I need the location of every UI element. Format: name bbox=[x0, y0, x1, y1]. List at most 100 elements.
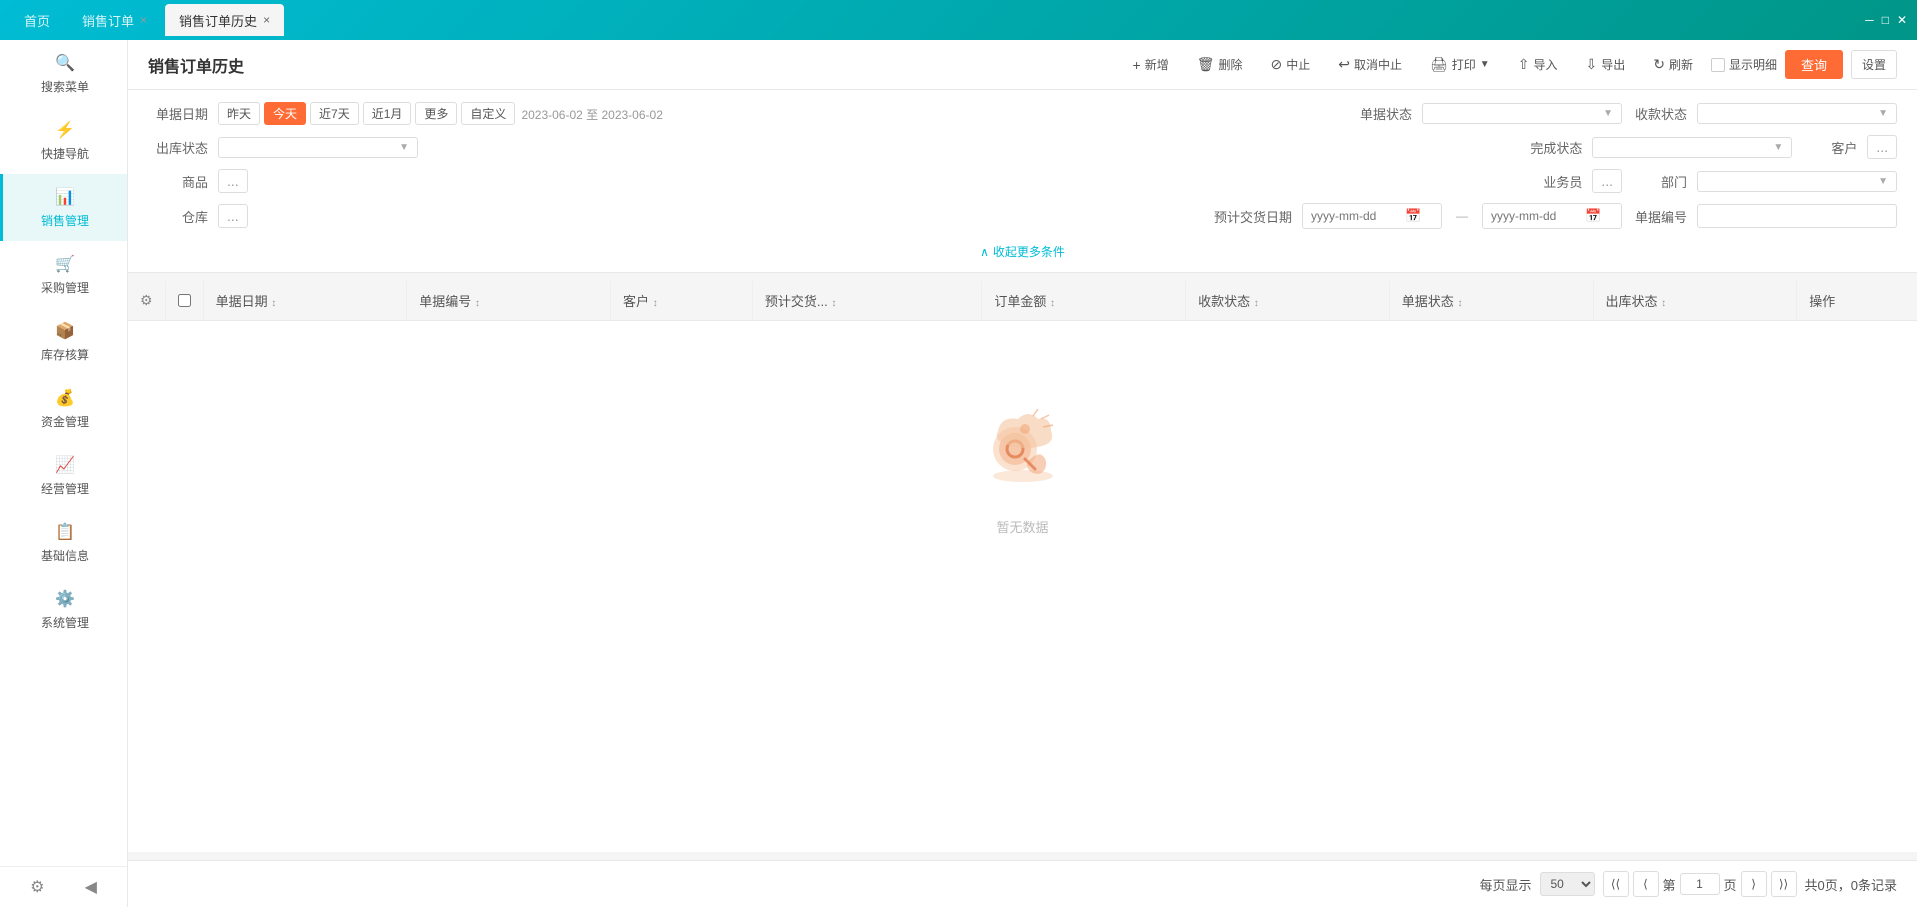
delivery-sort-icon[interactable]: ↕ bbox=[831, 298, 836, 309]
customer-label: 客户 bbox=[1802, 138, 1857, 157]
empty-row: 暂无数据 bbox=[128, 321, 1917, 617]
page-input[interactable] bbox=[1680, 873, 1720, 895]
collapse-text: 收起更多条件 bbox=[993, 243, 1065, 260]
date-btn-7days[interactable]: 近7天 bbox=[310, 102, 359, 125]
tab-sales-order[interactable]: 销售订单 × bbox=[68, 4, 161, 36]
sidebar-item-basic-info-label: 基础信息 bbox=[41, 547, 89, 564]
date-range-text: 2023-06-02 至 2023-06-02 bbox=[521, 106, 662, 123]
display-cols-checkbox-icon bbox=[1711, 58, 1725, 72]
date-btn-custom[interactable]: 自定义 bbox=[461, 102, 515, 125]
date-btn-yesterday[interactable]: 昨天 bbox=[218, 102, 260, 125]
order-no-input[interactable] bbox=[1697, 204, 1897, 228]
sidebar-item-basic-info[interactable]: 📋 基础信息 bbox=[0, 509, 127, 576]
sidebar: 🔍 搜索菜单 ⚡ 快捷导航 📊 销售管理 🛒 采购管理 📦 库存核算 💰 资金管… bbox=[0, 40, 128, 907]
next-page-btn[interactable]: ⟩ bbox=[1741, 871, 1767, 897]
sidebar-collapse-icon[interactable]: ◀ bbox=[85, 877, 97, 897]
window-close[interactable]: ✕ bbox=[1897, 13, 1907, 27]
tab-sales-order-label: 销售订单 bbox=[82, 11, 134, 30]
sidebar-item-quick-nav[interactable]: ⚡ 快捷导航 bbox=[0, 107, 127, 174]
date-sort-icon[interactable]: ↕ bbox=[271, 298, 276, 309]
tab-sales-order-history[interactable]: 销售订单历史 × bbox=[165, 4, 284, 36]
dept-select[interactable]: ▼ bbox=[1697, 171, 1897, 192]
collapse-row[interactable]: ∧ 收起更多条件 bbox=[148, 239, 1897, 260]
query-button[interactable]: 查询 bbox=[1785, 50, 1843, 79]
customer-input[interactable]: ... bbox=[1867, 135, 1897, 159]
export-button[interactable]: ⇩ 导出 bbox=[1575, 51, 1635, 78]
sidebar-settings-icon[interactable]: ⚙ bbox=[30, 877, 44, 897]
sidebar-item-quick-nav-label: 快捷导航 bbox=[41, 145, 89, 162]
sidebar-item-operation[interactable]: 📈 经营管理 bbox=[0, 442, 127, 509]
table-col-delivery-label: 预计交货... bbox=[765, 294, 828, 309]
order-status-select[interactable]: ▼ bbox=[1422, 103, 1622, 124]
date-btn-today[interactable]: 今天 bbox=[264, 102, 306, 125]
receipt-status-sort-icon[interactable]: ↕ bbox=[1254, 298, 1259, 309]
sidebar-item-sys-mgmt[interactable]: ⚙️ 系统管理 bbox=[0, 576, 127, 643]
delivery-date-start-input[interactable] bbox=[1311, 209, 1401, 223]
new-button[interactable]: + 新增 bbox=[1123, 51, 1179, 78]
tab-sales-order-close[interactable]: × bbox=[140, 13, 147, 27]
complete-status-label: 完成状态 bbox=[1527, 138, 1582, 157]
complete-status-select[interactable]: ▼ bbox=[1592, 137, 1792, 158]
amount-sort-icon[interactable]: ↕ bbox=[1050, 298, 1055, 309]
window-minimize[interactable]: ─ bbox=[1865, 13, 1874, 27]
window-maximize[interactable]: □ bbox=[1882, 13, 1889, 27]
tab-sales-order-history-label: 销售订单历史 bbox=[179, 11, 257, 30]
table-col-receipt-status-label: 收款状态 bbox=[1198, 294, 1250, 309]
pagination: 每页显示 10 20 50 100 ⟨⟨ ⟨ 第 页 ⟩ ⟩⟩ 共0页，0条记录 bbox=[128, 860, 1917, 907]
calendar-end-icon: 📅 bbox=[1585, 208, 1601, 224]
settings-button[interactable]: 设置 bbox=[1851, 50, 1897, 79]
collapse-up-icon: ∧ bbox=[980, 245, 989, 259]
inventory-icon: 📦 bbox=[54, 320, 76, 342]
staff-input[interactable]: ... bbox=[1592, 169, 1622, 193]
sidebar-item-purchase-mgmt[interactable]: 🛒 采购管理 bbox=[0, 241, 127, 308]
first-page-btn[interactable]: ⟨⟨ bbox=[1603, 871, 1629, 897]
display-cols-toggle[interactable]: 显示明细 bbox=[1711, 56, 1777, 73]
cancel-stop-button[interactable]: ↩ 取消中止 bbox=[1328, 51, 1412, 78]
print-button[interactable]: 🖨 打印 ▼ bbox=[1420, 51, 1500, 78]
sidebar-item-inventory[interactable]: 📦 库存核算 bbox=[0, 308, 127, 375]
stop-button[interactable]: ⊘ 中止 bbox=[1261, 51, 1321, 78]
per-page-select[interactable]: 10 20 50 100 bbox=[1540, 872, 1595, 896]
delete-button[interactable]: 🗑 删除 bbox=[1187, 51, 1253, 78]
select-all-checkbox[interactable] bbox=[178, 294, 191, 307]
sidebar-item-sales-mgmt[interactable]: 📊 销售管理 bbox=[0, 174, 127, 241]
delivery-date-start-wrap[interactable]: 📅 bbox=[1302, 203, 1442, 229]
table-col-customer-label: 客户 bbox=[623, 294, 649, 309]
order-status-sort-icon[interactable]: ↕ bbox=[1457, 298, 1462, 309]
tab-home[interactable]: 首页 bbox=[10, 4, 64, 36]
product-input[interactable]: ... bbox=[218, 169, 248, 193]
import-label: 导入 bbox=[1533, 56, 1557, 73]
sidebar-item-search-menu[interactable]: 🔍 搜索菜单 bbox=[0, 40, 127, 107]
table-settings-col[interactable]: ⚙ bbox=[128, 281, 165, 321]
table-col-out-status: 出库状态 ↕ bbox=[1593, 281, 1797, 321]
receipt-status-select[interactable]: ▼ bbox=[1697, 103, 1897, 124]
tab-home-label: 首页 bbox=[24, 11, 50, 30]
prev-page-btn[interactable]: ⟨ bbox=[1633, 871, 1659, 897]
cancel-stop-label: 取消中止 bbox=[1354, 56, 1402, 73]
print-icon: 🖨 bbox=[1430, 56, 1448, 73]
table-col-out-status-label: 出库状态 bbox=[1606, 294, 1658, 309]
table-check-col[interactable] bbox=[165, 281, 203, 321]
last-page-btn[interactable]: ⟩⟩ bbox=[1771, 871, 1797, 897]
warehouse-input[interactable]: ... bbox=[218, 204, 248, 228]
table-col-order-status-label: 单据状态 bbox=[1402, 294, 1454, 309]
sidebar-item-finance[interactable]: 💰 资金管理 bbox=[0, 375, 127, 442]
date-btn-1month[interactable]: 近1月 bbox=[363, 102, 412, 125]
complete-status-arrow-icon: ▼ bbox=[1773, 142, 1783, 153]
delivery-date-end-input[interactable] bbox=[1491, 209, 1581, 223]
order-no-sort-icon[interactable]: ↕ bbox=[475, 298, 480, 309]
stop-icon: ⊘ bbox=[1271, 56, 1283, 73]
date-btn-more[interactable]: 更多 bbox=[415, 102, 457, 125]
customer-sort-icon[interactable]: ↕ bbox=[653, 298, 658, 309]
filter-row-3: 商品 ... 业务员 ... 部门 ▼ bbox=[148, 169, 1897, 193]
out-status-select[interactable]: ▼ bbox=[218, 137, 418, 158]
page-title: 销售订单历史 bbox=[148, 53, 244, 77]
tab-sales-order-history-close[interactable]: × bbox=[263, 13, 270, 27]
import-button[interactable]: ⇧ 导入 bbox=[1508, 51, 1568, 78]
purchase-mgmt-icon: 🛒 bbox=[54, 253, 76, 275]
operation-icon: 📈 bbox=[54, 454, 76, 476]
out-status-sort-icon[interactable]: ↕ bbox=[1661, 298, 1666, 309]
refresh-button[interactable]: ↻ 刷新 bbox=[1643, 51, 1703, 78]
table-col-delivery: 预计交货... ↕ bbox=[752, 281, 981, 321]
delivery-date-end-wrap[interactable]: 📅 bbox=[1482, 203, 1622, 229]
